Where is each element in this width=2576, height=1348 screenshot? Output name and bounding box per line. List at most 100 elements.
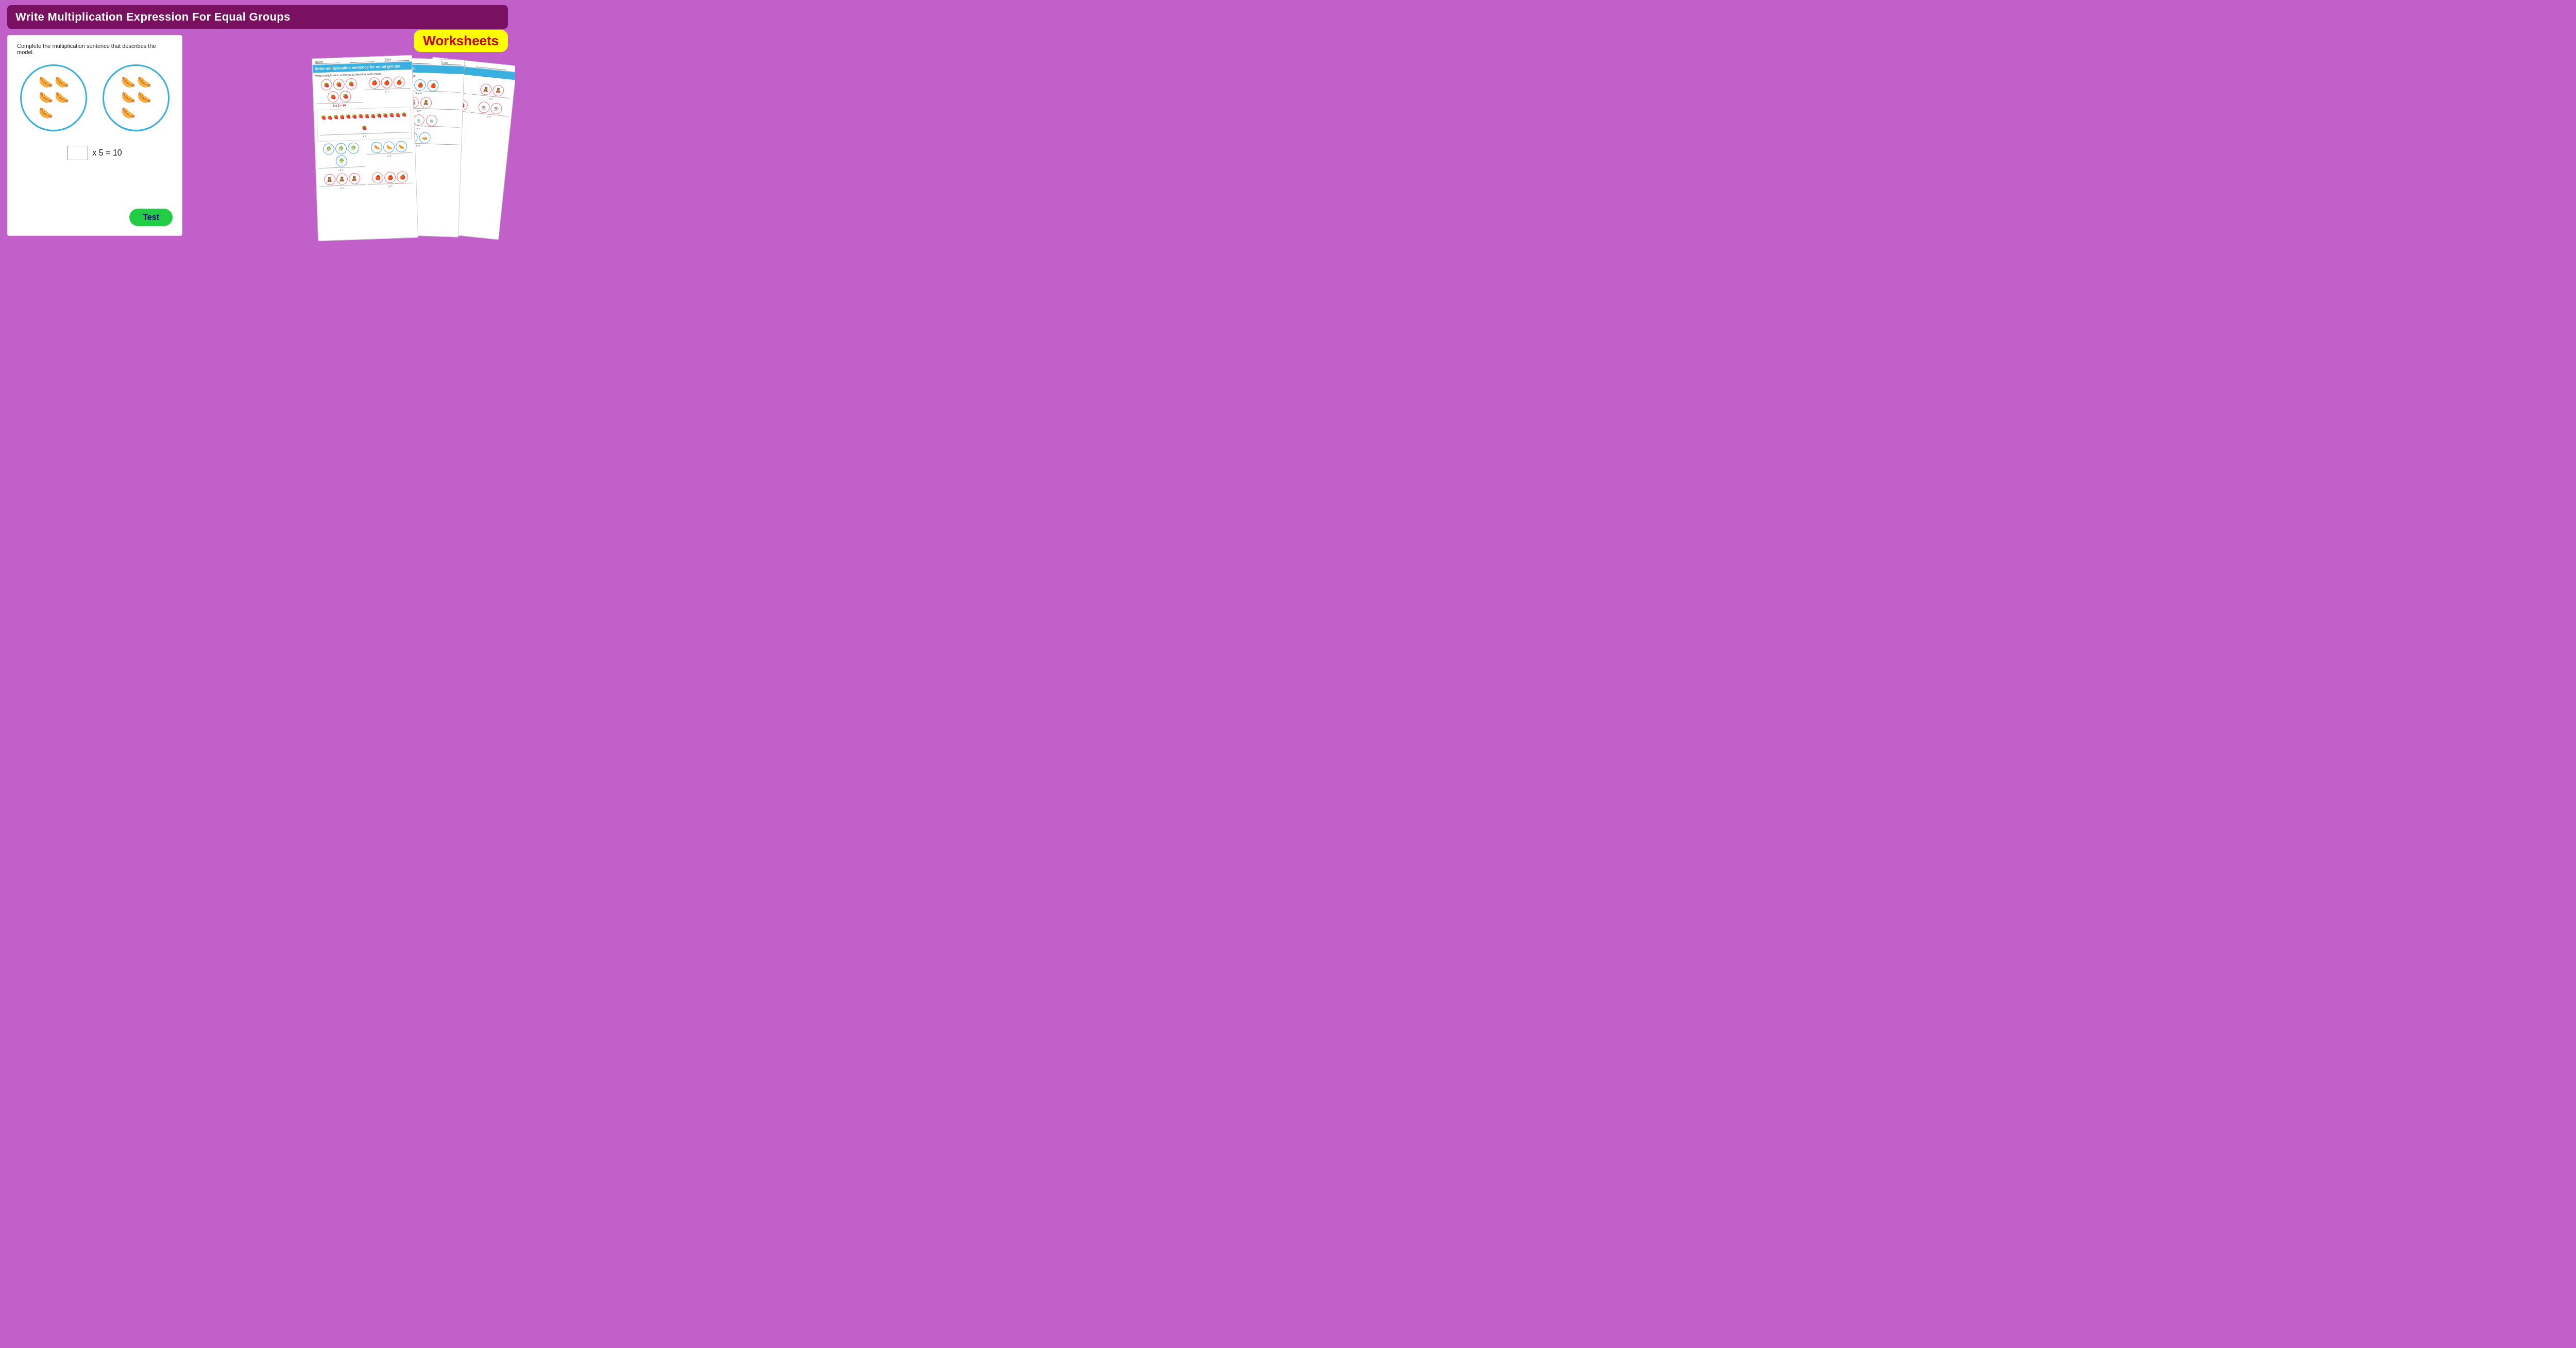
ws1-eq-br: x = (366, 152, 413, 158)
ws1-sc-tr-3: 🍎 (393, 76, 405, 88)
ws3-sc-4: 🧸 (492, 84, 504, 97)
ws1-eq-tr: x = (364, 88, 411, 94)
page-title: Write Multiplication Expression For Equa… (15, 10, 291, 23)
ws1-dot-1: 🍓 (321, 115, 326, 120)
ws1-eq-b2r: x = (367, 183, 414, 189)
ws1-dot-5: 🍓 (346, 114, 351, 119)
worksheet-page-1: Name Date Write multiplication sentence … (312, 55, 418, 242)
hotdog-6: 🌭 (121, 76, 135, 89)
ws1-eq-tl: 5 x 2 = 10 (316, 102, 363, 108)
ws1-row-b2r: 🍎 🍎 🍎 (372, 171, 409, 183)
ws1-sc-br-1: 🌭 (371, 142, 383, 153)
ws1-sc-tr-1: 🍎 (368, 77, 380, 89)
ws3-sc-8: ☕ (478, 101, 490, 113)
left-panel: Complete the multiplication sentence tha… (7, 35, 182, 236)
ws3-cell-4: ☕ ☕ x = (470, 100, 510, 121)
ws2-sc-8: 🍵 (426, 115, 437, 127)
ws1-sc-tl-5: 🍓 (340, 91, 351, 103)
hotdog-2: 🌭 (55, 76, 69, 89)
ws2-sc-3: 🍎 (427, 80, 439, 92)
ws2-sc-5: 🧸 (420, 97, 432, 109)
circles-container: 🌭 🌭 🌭 🌭 🌭 🌭 🌭 🌭 🌭 🌭 (17, 64, 173, 131)
hotdog-4: 🌭 (55, 91, 69, 105)
ws1-row-bl: 🥬 🥬 🥬 🥬 (318, 142, 365, 167)
ws1-dot-3: 🍓 (333, 115, 338, 120)
ws1-dot-4: 🍓 (340, 114, 345, 119)
hotdog-7: 🌭 (137, 76, 151, 89)
ws1-sc-b2r-2: 🍎 (384, 172, 396, 183)
ws1-sc-b2r-3: 🍎 (397, 171, 409, 183)
ws1-date-label: Date (384, 57, 409, 62)
ws1-cell-bl: 🥬 🥬 🥬 🥬 x = (318, 142, 365, 172)
ws1-cell-tl: 🍓 🍓 🍓 🍓 🍓 5 x 2 = 10 (315, 78, 362, 108)
ws1-dot-6: 🍓 (352, 114, 357, 118)
ws1-sc-tl-4: 🍓 (327, 91, 339, 103)
ws2-sc-7: 🍵 (413, 114, 425, 126)
right-panel: Worksheets Date or equal groups ch model… (190, 35, 508, 246)
ws3-sc-9: ☕ (490, 103, 502, 115)
hotdog-grid-1: 🌭 🌭 🌭 🌭 🌭 (33, 71, 74, 125)
ws1-dot-2: 🍓 (327, 115, 332, 120)
ws1-sc-b2l-2: 🧸 (336, 173, 348, 185)
ws1-sc-bl-1: 🥬 (323, 143, 334, 155)
ws1-name-line (350, 58, 375, 63)
test-button[interactable]: Test (129, 209, 173, 226)
ws1-sc-bl-3: 🥬 (347, 142, 359, 154)
ws1-name-label: Name (315, 60, 340, 64)
hotdog-grid-2: 🌭 🌭 🌭 🌭 🌭 (116, 71, 156, 125)
ws1-sc-tl-3: 🍓 (345, 78, 357, 90)
ws1-sc-br-2: 🌭 (383, 141, 395, 153)
hotdog-3: 🌭 (39, 91, 53, 105)
ws1-sc-bl-2: 🥬 (335, 143, 347, 155)
hotdog-1: 🌭 (39, 76, 53, 89)
ws1-body: Write multiplication sentence to describ… (313, 70, 416, 192)
ws1-dot-9: 🍓 (370, 113, 376, 118)
worksheets-badge-label: Worksheets (423, 33, 499, 48)
ws1-sc-b2r-1: 🍎 (372, 172, 384, 184)
ws1-big-dots: 🍓 🍓 🍓 🍓 🍓 🍓 🍓 🍓 🍓 🍓 🍓 (319, 109, 409, 135)
ws1-grid-bottom: 🥬 🥬 🥬 🥬 x = 🌭 🌭 (318, 141, 414, 190)
ws2-date-label: Date (441, 61, 462, 65)
ws1-sc-tl-2: 🍓 (333, 78, 345, 90)
ws1-sc-b2l-1: 🧸 (324, 174, 335, 185)
ws1-dot-11: 🍓 (383, 113, 388, 117)
ws1-eq-b2l: x = (319, 184, 366, 190)
ws1-row-b2l: 🧸 🧸 🧸 (324, 173, 360, 185)
equation-text: x 5 = 10 (92, 148, 122, 158)
ws1-sc-br-3: 🌭 (396, 141, 408, 152)
page-wrapper: Write Multiplication Expression For Equa… (0, 0, 515, 270)
ws1-dot-8: 🍓 (364, 114, 369, 118)
ws1-dot-12: 🍓 (389, 113, 394, 117)
ws1-cell-b2l: 🧸 🧸 🧸 x = (319, 173, 366, 190)
hotdog-10: 🌭 (121, 107, 135, 120)
ws1-row-tr: 🍎 🍎 🍎 (368, 76, 405, 89)
header-bar: Write Multiplication Expression For Equa… (7, 5, 508, 29)
ws1-eq-bl: x = (318, 166, 365, 172)
ws1-sc-tl-1: 🍓 (320, 79, 332, 91)
ws2-sc-10: 🥧 (419, 132, 431, 144)
ws2-sc-2: 🍎 (414, 79, 426, 91)
ws1-dot-14: 🍓 (401, 112, 406, 117)
ws1-row-tl: 🍓 🍓 🍓 🍓 🍓 (315, 78, 362, 103)
ws1-dot-10: 🍓 (377, 113, 382, 118)
ws1-big-section: 🍓 🍓 🍓 🍓 🍓 🍓 🍓 🍓 🍓 🍓 🍓 (316, 107, 412, 142)
answer-input-box[interactable] (67, 146, 88, 160)
hotdog-8: 🌭 (121, 91, 135, 105)
instruction-text: Complete the multiplication sentence tha… (17, 43, 173, 55)
ws1-dot-7: 🍓 (358, 114, 363, 118)
group-circle-2: 🌭 🌭 🌭 🌭 🌭 (103, 64, 170, 131)
ws1-dot-15: 🍓 (362, 126, 367, 130)
ws1-sc-bl-4: 🥬 (335, 155, 347, 167)
hotdog-5: 🌭 (39, 107, 53, 120)
equation-line: x 5 = 10 (17, 146, 173, 160)
ws1-cell-br: 🌭 🌭 🌭 x = (366, 141, 413, 170)
ws1-sc-tr-2: 🍎 (381, 77, 393, 89)
ws1-cell-tr: 🍎 🍎 🍎 x = (364, 76, 411, 106)
group-circle-1: 🌭 🌭 🌭 🌭 🌭 (20, 64, 87, 131)
ws1-grid-top: 🍓 🍓 🍓 🍓 🍓 5 x 2 = 10 (315, 76, 411, 108)
hotdog-9: 🌭 (137, 91, 151, 105)
ws2-name-line (411, 60, 431, 64)
ws3-sc-3: 🧸 (480, 83, 492, 95)
ws1-sc-b2l-3: 🧸 (348, 173, 360, 184)
worksheets-badge: Worksheets (414, 30, 508, 52)
